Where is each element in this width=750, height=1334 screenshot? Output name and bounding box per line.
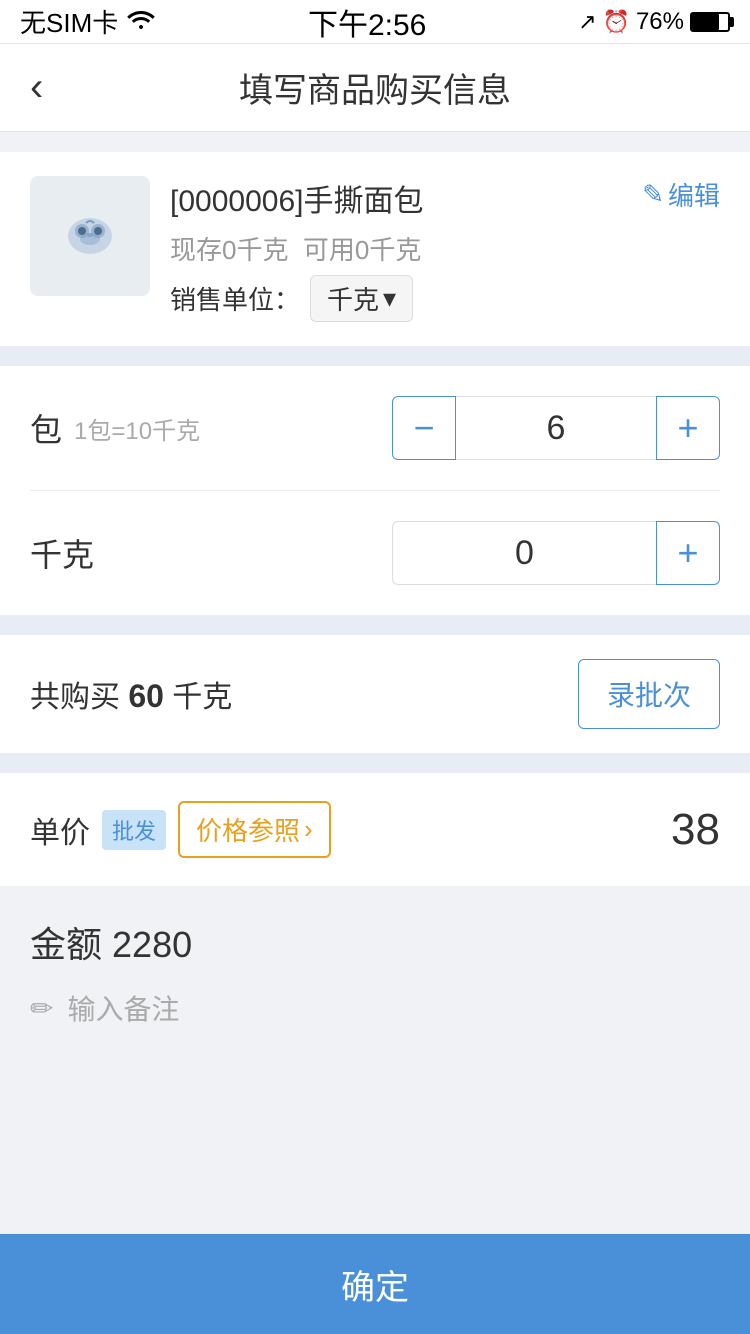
qty-input-bao[interactable] [456,396,656,460]
qty-label-bao: 包 1包=10千克 [30,405,200,451]
divider-1 [0,346,750,366]
confirm-button[interactable]: 确定 [341,1260,409,1309]
note-placeholder: 输入备注 [67,988,179,1028]
divider-2 [0,615,750,635]
qty-row-bao: 包 1包=10千克 − + [30,366,720,491]
status-bar: 无SIM卡 下午2:56 ↗ ⏰ 76% [0,0,750,44]
wifi-icon [126,6,156,37]
price-label: 单价 批发 价格参照 › [30,801,331,858]
status-right: ↗ ⏰ 76% [578,8,730,36]
total-text: 共购买 60 千克 [30,672,232,716]
qty-minus-bao[interactable]: − [392,396,456,460]
quantity-section: 包 1包=10千克 − + 千克 + [0,366,750,615]
amount-section: 金额 2280 ✏ 输入备注 [0,886,750,1048]
status-time: 下午2:56 [308,0,426,44]
qty-input-kg[interactable] [392,521,656,585]
price-row: 单价 批发 价格参照 › 38 [0,773,750,886]
product-unit: 销售单位： 千克 ▾ [170,275,720,322]
qty-row-kg: 千克 + [30,491,720,615]
product-name: [0000006]手撕面包 [170,176,423,220]
batch-tag: 批发 [102,810,166,850]
total-section: 共购买 60 千克 录批次 [0,635,750,753]
page-title: 填写商品购买信息 [239,63,511,112]
location-icon: ↗ [578,9,596,35]
qty-label-kg: 千克 [30,530,94,576]
unit-select[interactable]: 千克 ▾ [310,275,413,322]
qty-controls-kg: + [392,521,720,585]
price-value: 38 [671,805,720,855]
product-stock: 现存0千克 可用0千克 [170,230,720,267]
bottom-bar[interactable]: 确定 [0,1234,750,1334]
chevron-right-icon: › [304,814,313,845]
status-left: 无SIM卡 [20,3,156,40]
product-card: [0000006]手撕面包 ✎ 编辑 现存0千克 可用0千克 销售单位： 千克 … [0,152,750,346]
price-ref-button[interactable]: 价格参照 › [178,801,331,858]
note-row[interactable]: ✏ 输入备注 [30,988,720,1028]
back-button[interactable]: ‹ [30,65,43,110]
product-image [30,176,150,296]
qty-plus-kg[interactable]: + [656,521,720,585]
amount-row: 金额 2280 [30,916,720,968]
product-logo-icon [60,201,120,271]
chevron-down-icon: ▾ [383,283,396,314]
battery-icon [690,12,730,32]
qty-controls-bao: − + [392,396,720,460]
alarm-icon: ⏰ [603,9,630,35]
pencil-icon: ✏ [30,992,53,1025]
nav-bar: ‹ 填写商品购买信息 [0,44,750,132]
qty-plus-bao[interactable]: + [656,396,720,460]
edit-button[interactable]: ✎ 编辑 [642,176,720,213]
batch-button[interactable]: 录批次 [578,659,720,729]
battery-percent: 76% [636,8,684,36]
product-info: [0000006]手撕面包 ✎ 编辑 现存0千克 可用0千克 销售单位： 千克 … [170,176,720,322]
divider-3 [0,753,750,773]
carrier-text: 无SIM卡 [20,3,118,40]
edit-icon: ✎ [642,179,664,210]
